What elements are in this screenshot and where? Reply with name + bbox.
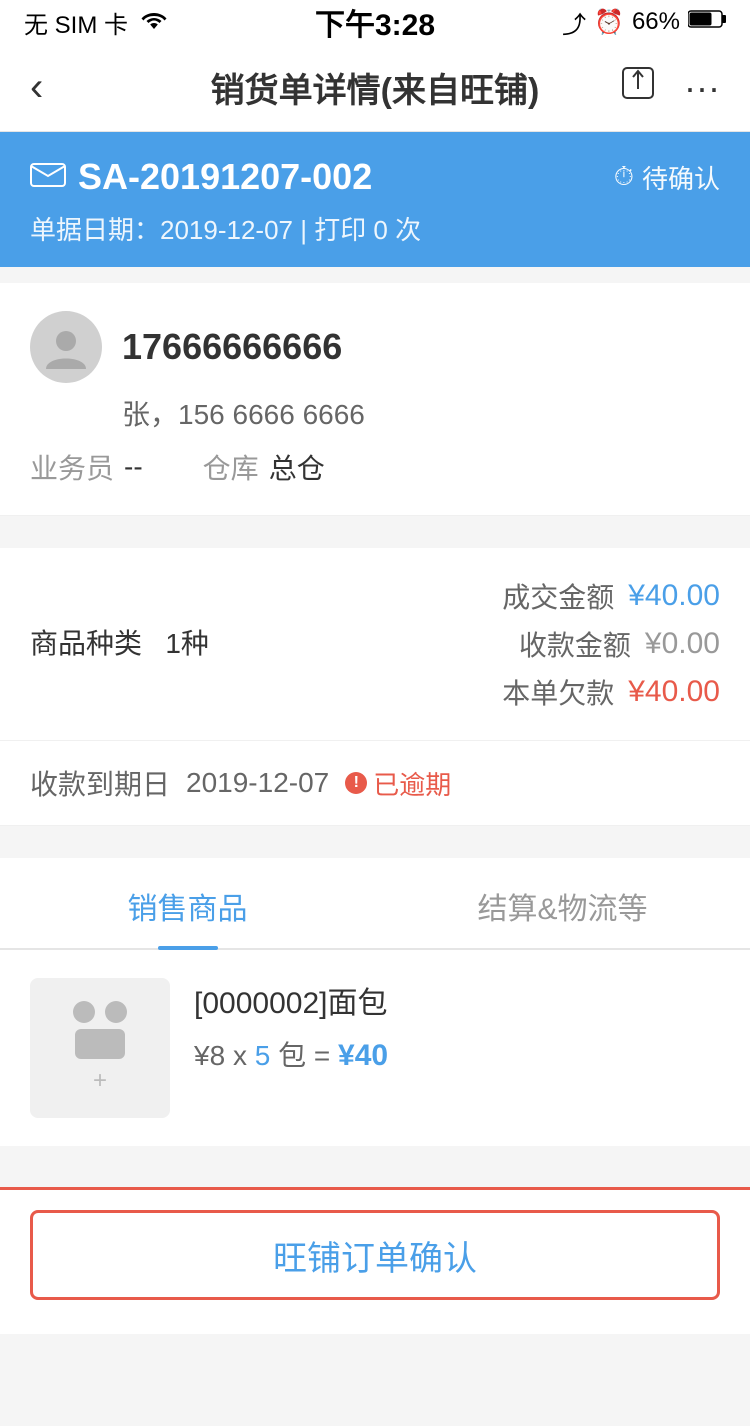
share-icon[interactable] [620,65,656,110]
location-icon: ⤴ [562,5,586,40]
bottom-bar: 旺铺订单确认 [0,1187,750,1334]
tab-settlement-logistics[interactable]: 结算&物流等 [375,858,750,948]
customer-contact: 张，156 6666 6666 [30,393,720,433]
salesperson-label: 业务员 [30,447,114,487]
nav-actions: ··· [620,65,720,110]
battery-icon [688,8,726,36]
salesperson-item: 业务员 -- [30,447,143,487]
customer-phone: 17666666666 [122,326,342,368]
nav-bar: ‹ 销货单详情(来自旺铺) ··· [0,44,750,132]
customer-avatar [30,311,102,383]
product-thumbnail: + [30,978,170,1118]
received-value: ¥0.00 [645,627,720,661]
owed-value: ¥40.00 [628,675,720,709]
confirm-order-button[interactable]: 旺铺订单确认 [30,1210,720,1300]
product-total: ¥40 [338,1039,388,1072]
deal-amount-row: 成交金额 ¥40.00 [502,576,720,616]
product-type-item: 商品种类 1种 [30,622,502,662]
product-type-label: 商品种类 [30,628,142,659]
summary-right: 成交金额 ¥40.00 收款金额 ¥0.00 本单欠款 ¥40.00 [502,576,720,712]
product-info: [0000002]面包 ¥8 x 5 包 = ¥40 [194,978,720,1074]
status-bar-left: 无 SIM 卡 [24,5,168,40]
salesperson-value: -- [124,451,143,483]
received-label: 收款金额 [519,624,631,664]
product-qty: 5 [255,1040,271,1071]
product-list: + [0000002]面包 ¥8 x 5 包 = ¥40 [0,950,750,1146]
product-thumb-inner: + [73,1001,127,1095]
order-header: SA-20191207-002 ⏱ 待确认 单据日期：2019-12-07 | … [0,132,750,267]
owl-eye-left [73,1001,95,1023]
order-status-text: 待确认 [642,159,720,196]
order-status: ⏱ 待确认 [614,159,720,196]
due-date-row: 收款到期日 2019-12-07 ! 已逾期 [0,741,750,826]
product-unit: 包 [278,1040,306,1071]
tab-bar: 销售商品 结算&物流等 [0,858,750,950]
product-plus-icon: + [93,1067,107,1095]
price-per-unit: ¥8 [194,1040,225,1071]
more-icon[interactable]: ··· [684,67,720,109]
deal-amount-label: 成交金额 [502,576,614,616]
status-bar-right: ⤴ ⏰ 66% [562,5,726,40]
owl-body [75,1029,125,1059]
tab-sales-product[interactable]: 销售商品 [0,858,375,948]
owed-label: 本单欠款 [502,672,614,712]
warehouse-label: 仓库 [203,447,259,487]
order-icon [30,159,66,196]
clock-icon: ⏱ [614,161,634,193]
status-bar: 无 SIM 卡 下午3:28 ⤴ ⏰ 66% [0,0,750,44]
battery-text: 66% [632,8,680,36]
wifi-icon [140,8,168,36]
order-id-text: SA-20191207-002 [78,156,372,198]
due-date-label: 收款到期日 [30,763,170,803]
product-price-row: ¥8 x 5 包 = ¥40 [194,1034,720,1074]
owed-row: 本单欠款 ¥40.00 [502,672,720,712]
customer-meta: 业务员 -- 仓库 总仓 [30,447,720,487]
product-item: + [0000002]面包 ¥8 x 5 包 = ¥40 [30,978,720,1118]
back-button[interactable]: ‹ [30,65,63,110]
divider-2 [0,826,750,842]
received-row: 收款金额 ¥0.00 [519,624,720,664]
divider-1 [0,516,750,532]
owl-eye-right [105,1001,127,1023]
summary-left: 商品种类 1种 [30,576,502,712]
confirm-order-label: 旺铺订单确认 [273,1231,477,1280]
warehouse-value: 总仓 [269,447,325,487]
due-date-value: 2019-12-07 [186,767,329,799]
alarm-icon: ⏰ [594,8,624,37]
order-date: 单据日期：2019-12-07 | 打印 0 次 [30,210,720,247]
overdue-icon: ! [345,772,367,794]
warehouse-item: 仓库 总仓 [203,447,325,487]
deal-amount-value: ¥40.00 [628,579,720,613]
product-name: [0000002]面包 [194,978,720,1022]
overdue-text: 已逾期 [373,765,451,802]
customer-top: 17666666666 [30,311,720,383]
summary-card: 商品种类 1种 成交金额 ¥40.00 收款金额 ¥0.00 本单欠款 ¥40.… [0,548,750,741]
owl-eyes [73,1001,127,1023]
order-id: SA-20191207-002 [30,156,372,198]
product-type-value: 1种 [165,628,209,659]
order-id-row: SA-20191207-002 ⏱ 待确认 [30,156,720,198]
price-equals: = [314,1040,338,1071]
overdue-badge: ! 已逾期 [345,765,451,802]
no-sim-text: 无 SIM 卡 [24,5,128,40]
price-multiply: x [233,1040,255,1071]
customer-card: 17666666666 张，156 6666 6666 业务员 -- 仓库 总仓 [0,283,750,516]
page-title: 销货单详情(来自旺铺) [211,63,540,112]
status-bar-time: 下午3:28 [315,0,435,44]
